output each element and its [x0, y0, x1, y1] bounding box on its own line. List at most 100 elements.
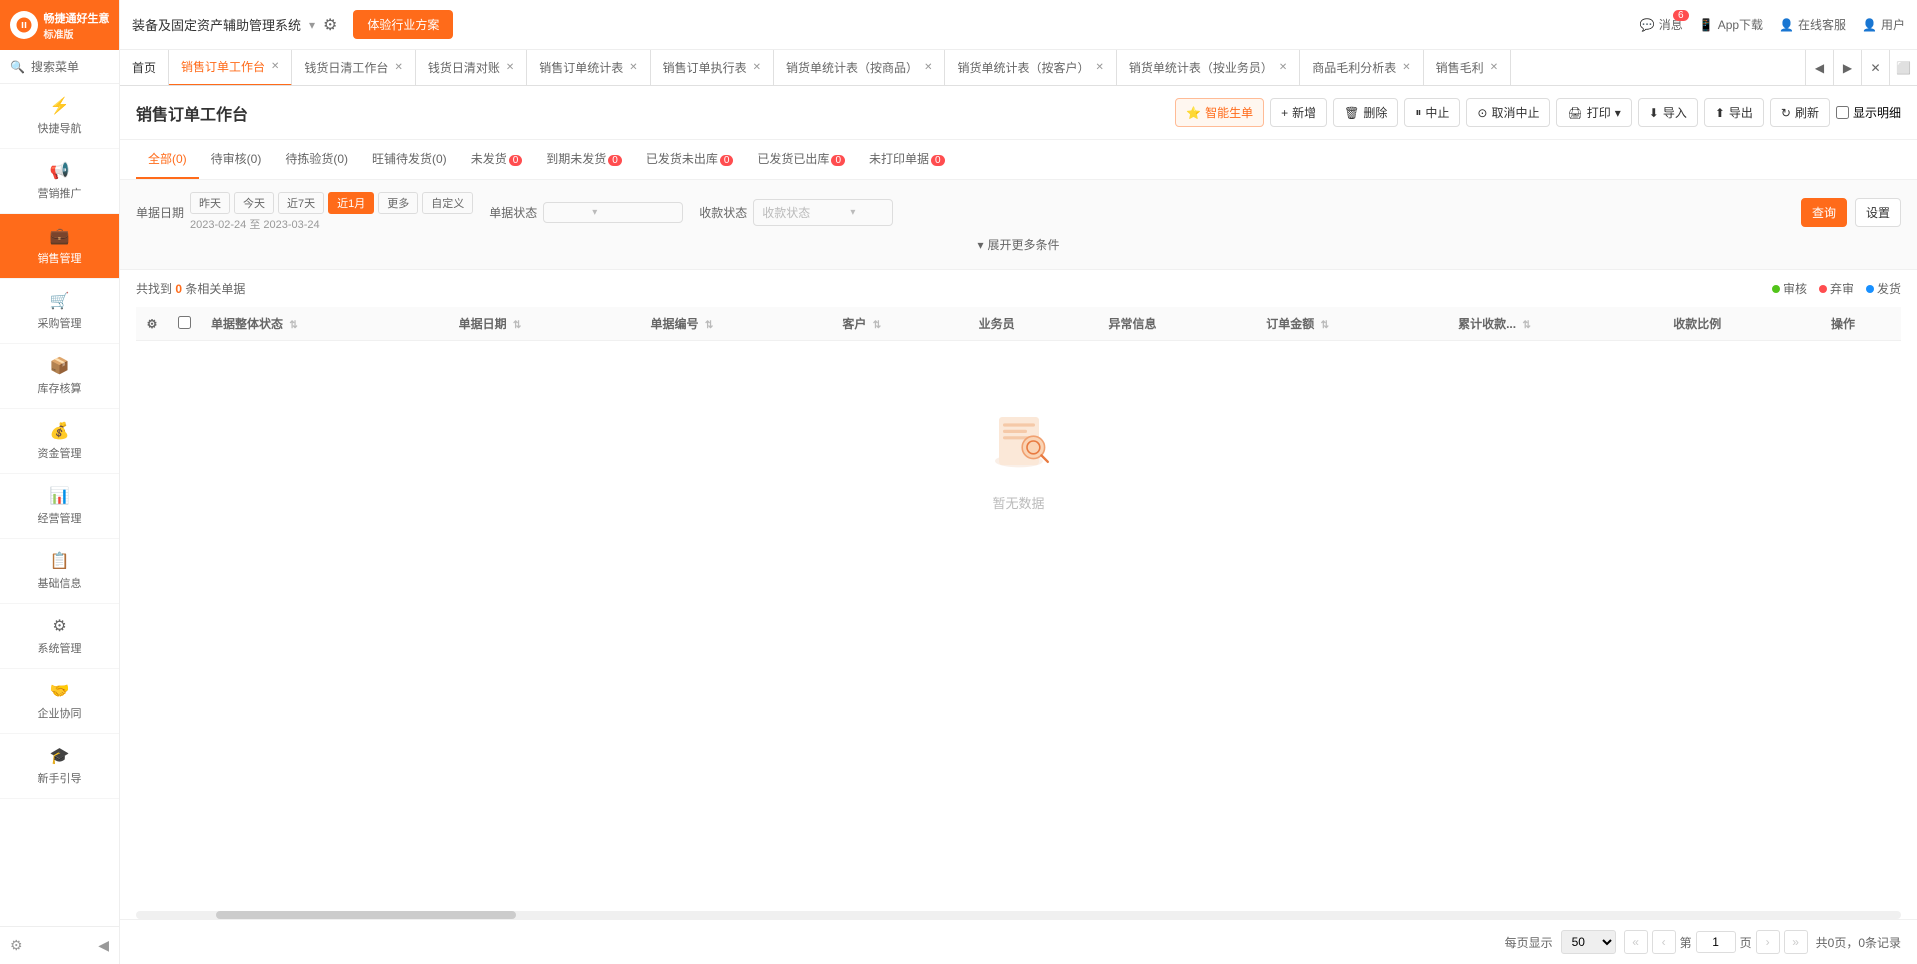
sidebar-collapse-icon[interactable]: ◀: [98, 937, 109, 954]
select-all-checkbox[interactable]: [178, 316, 191, 329]
filter-tab-expired[interactable]: 到期未发货0: [534, 140, 634, 179]
tab-cash-daily-close[interactable]: ✕: [394, 62, 402, 73]
tab-sales-order-label: 销售订单工作台: [181, 58, 265, 75]
tab-cash-reconcile[interactable]: 钱货日清对账 ✕: [416, 50, 527, 86]
sidebar-item-marketing[interactable]: 📢 营销推广: [0, 149, 119, 214]
tab-summary-product-close[interactable]: ✕: [924, 62, 932, 73]
smart-create-btn[interactable]: ⭐ 智能生单: [1175, 98, 1264, 127]
date-chip-today[interactable]: 今天: [234, 192, 274, 214]
sidebar-item-finance[interactable]: 💰 资金管理: [0, 409, 119, 474]
tab-gross-margin-close[interactable]: ✕: [1402, 62, 1410, 73]
sidebar-item-purchase[interactable]: 🛒 采购管理: [0, 279, 119, 344]
add-btn[interactable]: + 新增: [1270, 98, 1327, 127]
date-chip-more[interactable]: 更多: [378, 192, 418, 214]
refresh-btn[interactable]: ↻ 刷新: [1770, 98, 1830, 127]
industry-btn[interactable]: 体验行业方案: [353, 10, 453, 39]
sidebar-item-inventory[interactable]: 📦 库存核算: [0, 344, 119, 409]
delete-btn[interactable]: 🗑 删除: [1333, 98, 1398, 127]
tab-summary-client[interactable]: 销货单统计表（按客户） ✕: [945, 50, 1116, 86]
sidebar-item-system[interactable]: ⚙ 系统管理: [0, 604, 119, 669]
sidebar-item-cooperation[interactable]: 🤝 企业协同: [0, 669, 119, 734]
sidebar-item-quick-nav[interactable]: ⚡ 快捷导航: [0, 84, 119, 149]
action-ship-btn[interactable]: 发货: [1866, 280, 1901, 297]
date-chip-7days[interactable]: 近7天: [278, 192, 324, 214]
tab-sales-exec-close[interactable]: ✕: [753, 62, 761, 73]
import-btn[interactable]: ⬇ 导入: [1638, 98, 1698, 127]
sidebar-item-basic[interactable]: 📋 基础信息: [0, 539, 119, 604]
message-action[interactable]: 💬 消息 6: [1640, 16, 1683, 33]
scroll-thumb[interactable]: [216, 911, 516, 919]
date-chip-custom[interactable]: 自定义: [422, 192, 473, 214]
count-suffix: 条相关单据: [185, 282, 245, 296]
tab-sales-order[interactable]: 销售订单工作台 ✕: [169, 50, 292, 86]
tab-summary-product[interactable]: 销货单统计表（按商品） ✕: [774, 50, 945, 86]
filter-tab-shipped-out[interactable]: 已发货已出库0: [745, 140, 857, 179]
tab-sales-exec[interactable]: 销售订单执行表 ✕: [651, 50, 774, 86]
tabbar-next-btn[interactable]: ▶: [1833, 50, 1861, 86]
tabbar-close-all-btn[interactable]: ✕: [1861, 50, 1889, 86]
page-first-btn[interactable]: «: [1624, 930, 1648, 954]
tabbar-prev-btn[interactable]: ◀: [1805, 50, 1833, 86]
date-chip-1month[interactable]: 近1月: [328, 192, 374, 214]
tab-sales-stats-close[interactable]: ✕: [629, 62, 637, 73]
tab-sales-stats[interactable]: 销售订单统计表 ✕: [527, 50, 650, 86]
quick-nav-icon: ⚡: [50, 96, 70, 116]
sidebar-settings-icon[interactable]: ⚙: [10, 937, 23, 954]
th-checkbox[interactable]: [168, 307, 201, 341]
sidebar-search[interactable]: 🔍 搜索菜单: [0, 50, 119, 84]
query-btn[interactable]: 查询: [1801, 198, 1847, 227]
th-settings[interactable]: ⚙: [136, 307, 168, 341]
th-collected: 累计收款... ⇅: [1448, 307, 1663, 341]
tab-cash-daily[interactable]: 钱货日清工作台 ✕: [292, 50, 415, 86]
filter-tab-not-shipped[interactable]: 未发货0: [459, 140, 535, 179]
page-next-btn[interactable]: ›: [1756, 930, 1780, 954]
expand-row: ▾ 展开更多条件: [136, 232, 1901, 257]
status-select[interactable]: ▾: [543, 202, 683, 223]
tabbar-maximize-btn[interactable]: ⬜: [1889, 50, 1917, 86]
tab-gross-margin[interactable]: 商品毛利分析表 ✕: [1300, 50, 1423, 86]
tab-cash-reconcile-close[interactable]: ✕: [506, 62, 514, 73]
page-input[interactable]: [1696, 931, 1736, 953]
export-btn[interactable]: ⬆ 导出: [1704, 98, 1764, 127]
sales-icon: 💼: [50, 226, 70, 246]
filter-tab-pending-review[interactable]: 待审核(0): [199, 140, 274, 179]
data-table: ⚙ 单据整体状态 ⇅ 单据日期 ⇅: [136, 307, 1901, 341]
payment-select[interactable]: 收款状态 ▾: [753, 199, 893, 226]
user-action[interactable]: 👤 用户: [1862, 16, 1905, 33]
page-last-btn[interactable]: »: [1784, 930, 1808, 954]
sort-date-icon: ⇅: [513, 320, 521, 331]
page-prev-btn[interactable]: ‹: [1652, 930, 1676, 954]
cancel-pause-btn[interactable]: ⊙ 取消中止: [1466, 98, 1550, 127]
tab-summary-client-close[interactable]: ✕: [1095, 62, 1103, 73]
sidebar-item-sales[interactable]: 💼 销售管理: [0, 214, 119, 279]
tab-home[interactable]: 首页: [120, 50, 169, 86]
tab-sales-profit[interactable]: 销售毛利 ✕: [1424, 50, 1511, 86]
filter-tab-not-printed[interactable]: 未打印单据0: [857, 140, 957, 179]
tab-sales-order-close[interactable]: ✕: [271, 61, 279, 72]
action-cancel-btn[interactable]: 弃审: [1819, 280, 1854, 297]
filter-tab-wangpu[interactable]: 旺铺待发货(0): [360, 140, 459, 179]
topbar-settings-icon[interactable]: ⚙: [323, 15, 337, 35]
tab-sales-profit-close[interactable]: ✕: [1490, 62, 1498, 73]
app-download-action[interactable]: 📱 App下载: [1699, 16, 1763, 33]
action-review-btn[interactable]: 审核: [1772, 280, 1807, 297]
expand-conditions-btn[interactable]: ▾ 展开更多条件: [977, 236, 1059, 253]
online-service-action[interactable]: 👤 在线客服: [1779, 16, 1846, 33]
show-detail-label[interactable]: 显示明细: [1836, 104, 1901, 121]
system-title: 装备及固定资产辅助管理系统: [132, 15, 301, 34]
print-btn[interactable]: 🖨 打印 ▾: [1556, 98, 1631, 127]
tab-summary-staff[interactable]: 销货单统计表（按业务员） ✕: [1117, 50, 1300, 86]
date-chip-yesterday[interactable]: 昨天: [190, 192, 230, 214]
pause-btn[interactable]: ⏸ 中止: [1404, 98, 1460, 127]
purchase-icon: 🛒: [50, 291, 70, 311]
tab-summary-staff-close[interactable]: ✕: [1279, 62, 1287, 73]
show-detail-checkbox[interactable]: [1836, 106, 1849, 119]
filter-tab-shipped-not-out[interactable]: 已发货未出库0: [634, 140, 746, 179]
sidebar-item-guide[interactable]: 🎓 新手引导: [0, 734, 119, 799]
page-size-select[interactable]: 10 20 50 100: [1561, 930, 1616, 954]
sidebar-item-operation[interactable]: 📊 经营管理: [0, 474, 119, 539]
filter-tab-all[interactable]: 全部(0): [136, 140, 199, 179]
filter-tab-pending-check[interactable]: 待拣验货(0): [273, 140, 360, 179]
set-btn[interactable]: 设置: [1855, 198, 1901, 227]
horizontal-scroll[interactable]: [136, 911, 1901, 919]
